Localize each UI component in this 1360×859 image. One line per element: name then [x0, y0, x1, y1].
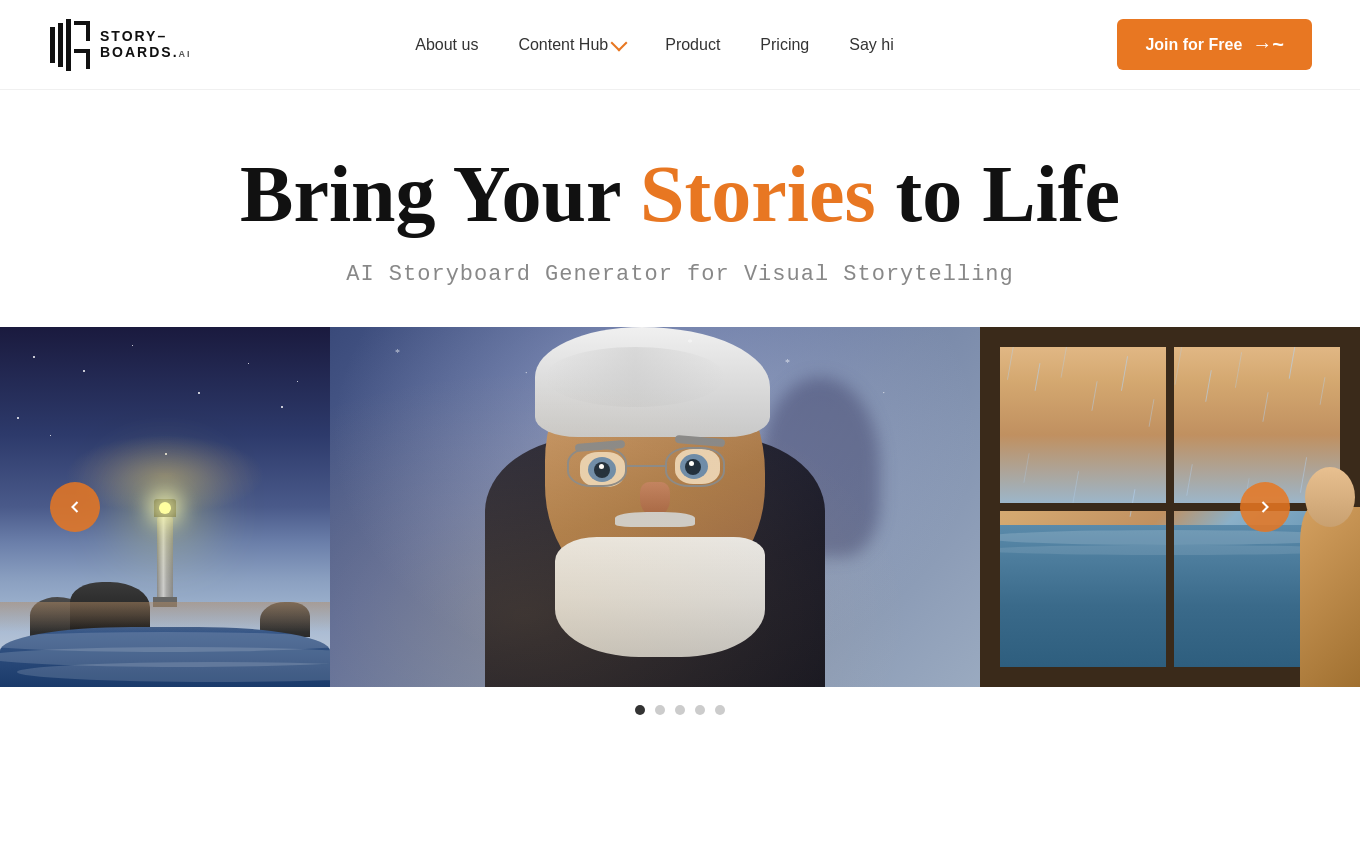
hero-section: Bring Your Stories to Life AI Storyboard… — [0, 90, 1360, 327]
hero-title: Bring Your Stories to Life — [0, 150, 1360, 238]
carousel-section: * · * · * — [0, 327, 1360, 687]
carousel-dot-3[interactable] — [675, 705, 685, 715]
hero-subtitle: AI Storyboard Generator for Visual Story… — [0, 262, 1360, 287]
carousel-dot-5[interactable] — [715, 705, 725, 715]
carousel-track: * · * · * — [0, 327, 1360, 687]
carousel-slide-rain — [980, 327, 1360, 687]
nav-content-hub[interactable]: Content Hub — [518, 36, 625, 54]
nav-say-hi[interactable]: Say hi — [849, 36, 893, 54]
logo[interactable]: STORY–BOARDS.AI — [48, 19, 192, 71]
chevron-down-icon — [611, 34, 628, 51]
carousel-next-button[interactable] — [1240, 482, 1290, 532]
svg-rect-1 — [58, 23, 63, 67]
nav-about[interactable]: About us — [415, 36, 478, 54]
header: STORY–BOARDS.AI About us Content Hub Pro… — [0, 0, 1360, 90]
svg-rect-2 — [66, 19, 71, 71]
logo-text: STORY–BOARDS.AI — [100, 29, 192, 60]
carousel-dot-2[interactable] — [655, 705, 665, 715]
nav-product[interactable]: Product — [665, 36, 720, 54]
carousel-dot-4[interactable] — [695, 705, 705, 715]
carousel-dot-1[interactable] — [635, 705, 645, 715]
carousel-slide-oldman: * · * · * — [330, 327, 980, 687]
chevron-right-icon — [1255, 497, 1275, 517]
arrow-icon: →~ — [1252, 33, 1284, 56]
chevron-left-icon — [65, 497, 85, 517]
carousel-prev-button[interactable] — [50, 482, 100, 532]
join-free-button[interactable]: Join for Free →~ — [1117, 19, 1312, 70]
main-nav: About us Content Hub Product Pricing Say… — [415, 36, 894, 54]
svg-rect-0 — [50, 27, 55, 63]
svg-rect-4 — [86, 21, 90, 41]
nav-content-hub-label[interactable]: Content Hub — [518, 36, 608, 54]
svg-rect-6 — [86, 49, 90, 69]
logo-icon — [48, 19, 92, 71]
nav-pricing[interactable]: Pricing — [760, 36, 809, 54]
carousel-dots — [0, 687, 1360, 745]
